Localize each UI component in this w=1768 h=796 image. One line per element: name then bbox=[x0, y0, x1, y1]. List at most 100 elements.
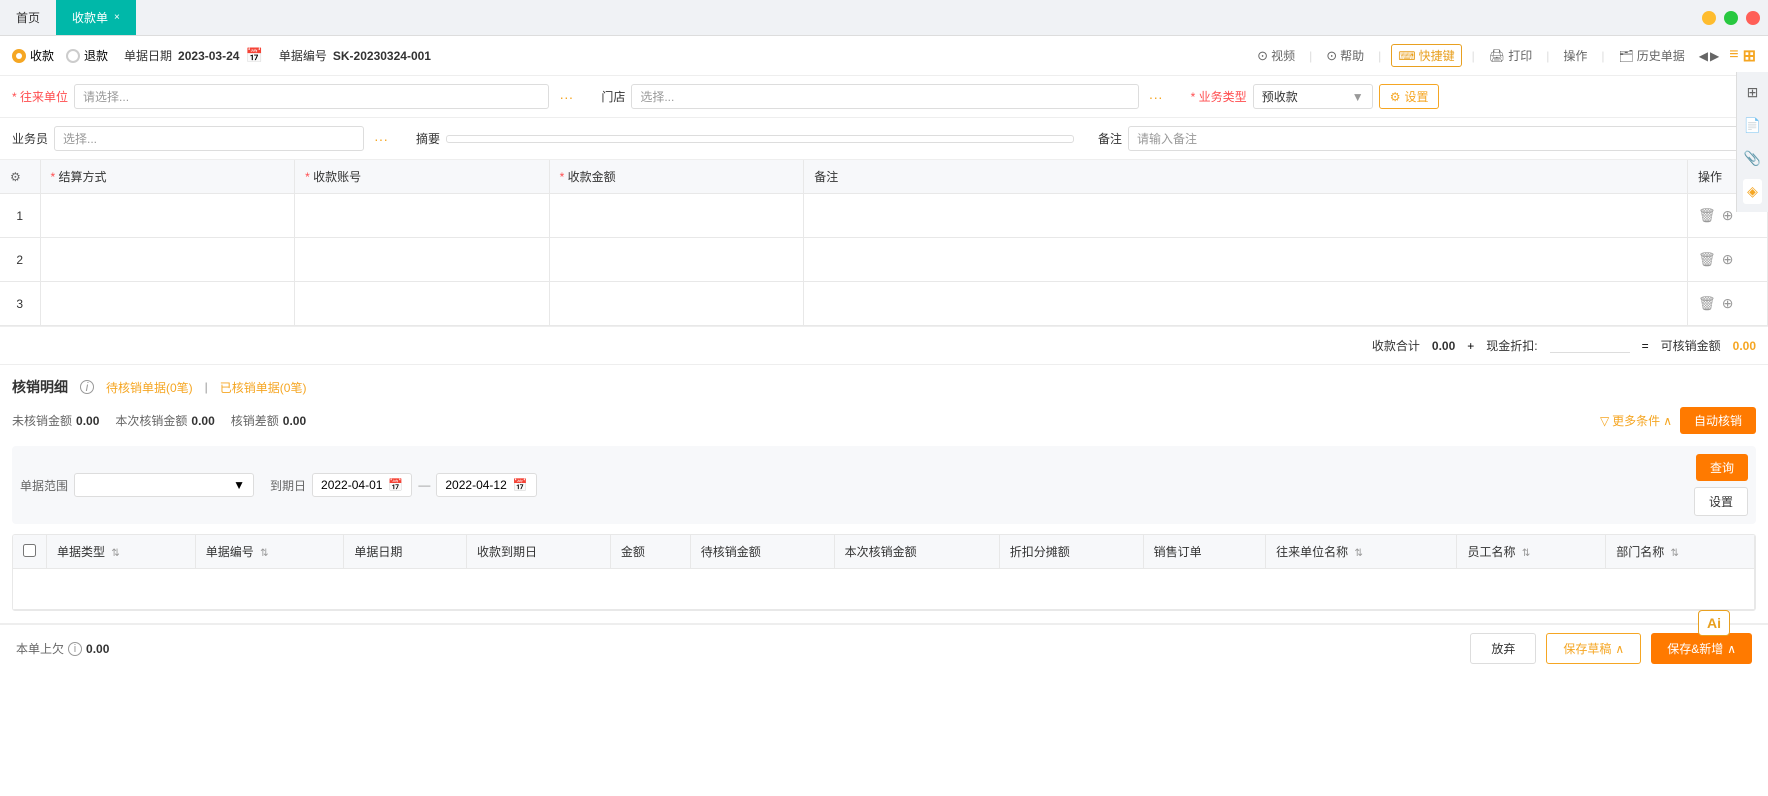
sep1: | bbox=[1309, 49, 1312, 63]
due-start-input[interactable]: 2022-04-01 📅 bbox=[312, 473, 412, 497]
date-value[interactable]: 2023-03-24 bbox=[178, 49, 239, 63]
sort-dept-icon[interactable]: ⇅ bbox=[1671, 548, 1679, 559]
row-2-copy-icon[interactable]: ⊕ bbox=[1722, 251, 1734, 268]
tab-close-icon[interactable]: × bbox=[114, 12, 120, 23]
query-button[interactable]: 查询 bbox=[1696, 454, 1748, 481]
counterparty-more-btn[interactable]: ··· bbox=[555, 89, 577, 105]
due-start-value: 2022-04-01 bbox=[321, 478, 382, 492]
done-tab[interactable]: 已核销单据(0笔) bbox=[220, 379, 307, 396]
discount-input[interactable] bbox=[1550, 338, 1630, 353]
row-2-account[interactable] bbox=[295, 238, 550, 282]
print-btn[interactable]: 🖨 打印 bbox=[1485, 45, 1537, 66]
tab-separator: | bbox=[205, 380, 208, 394]
row-1-notes[interactable] bbox=[804, 194, 1688, 238]
tab-receipt[interactable]: 收款单 × bbox=[56, 0, 136, 35]
layout-list-icon[interactable]: ≡ bbox=[1729, 46, 1738, 66]
th-gear[interactable]: ⚙ bbox=[0, 160, 40, 194]
save-draft-button[interactable]: 保存草稿 ∧ bbox=[1546, 633, 1641, 664]
row-3-settlement[interactable] bbox=[40, 282, 295, 326]
table-settings-icon[interactable]: ⚙ bbox=[10, 170, 21, 184]
store-input[interactable]: 选择... bbox=[631, 84, 1138, 109]
summary-input[interactable] bbox=[446, 135, 1074, 143]
row-2-settlement[interactable] bbox=[40, 238, 295, 282]
counterparty-input[interactable]: 请选择... bbox=[74, 84, 549, 109]
due-end-input[interactable]: 2022-04-12 📅 bbox=[436, 473, 536, 497]
due-date-label: 到期日 bbox=[270, 477, 306, 494]
history-btn[interactable]: 🗂 历史单据 bbox=[1615, 45, 1689, 66]
ai-badge[interactable]: Ai bbox=[1698, 610, 1730, 636]
select-all-checkbox[interactable] bbox=[23, 544, 36, 557]
filter-settings-button[interactable]: 设置 bbox=[1694, 487, 1748, 516]
refund-radio[interactable]: 退款 bbox=[66, 47, 108, 64]
staff-more-btn[interactable]: ··· bbox=[370, 131, 392, 147]
right-panel-table-icon[interactable]: ⊞ bbox=[1743, 80, 1763, 105]
th-staff: 员工名称 ⇅ bbox=[1457, 535, 1606, 569]
row-1-delete-icon[interactable]: 🗑 bbox=[1698, 207, 1716, 224]
th-doc-type: 单据类型 ⇅ bbox=[47, 535, 196, 569]
current-stat: 本次核销金额 0.00 bbox=[115, 412, 214, 429]
video-btn[interactable]: ⊙ 视频 bbox=[1253, 45, 1299, 66]
calendar-icon[interactable]: 📅 bbox=[245, 47, 262, 64]
row-2-notes[interactable] bbox=[804, 238, 1688, 282]
due-end-cal-icon: 📅 bbox=[513, 478, 528, 492]
right-panel-active-icon[interactable]: ◈ bbox=[1743, 179, 1762, 204]
tab-home[interactable]: 首页 bbox=[0, 0, 56, 35]
range-filter-select[interactable]: ▼ bbox=[74, 473, 254, 497]
row-1-amount[interactable] bbox=[549, 194, 804, 238]
row-1-account[interactable] bbox=[295, 194, 550, 238]
th-doc-amount: 金额 bbox=[610, 535, 690, 569]
store-more-btn[interactable]: ··· bbox=[1145, 89, 1167, 105]
sort-num-icon[interactable]: ⇅ bbox=[260, 548, 268, 559]
layout-grid-icon[interactable]: ⊞ bbox=[1743, 46, 1756, 66]
available-label: 可核销金额 bbox=[1661, 337, 1721, 354]
more-filter-btn[interactable]: ▽ 更多条件 ∧ bbox=[1600, 412, 1672, 429]
abandon-button[interactable]: 放弃 bbox=[1470, 633, 1536, 664]
equals-sign: = bbox=[1642, 339, 1649, 353]
save-draft-arrow-icon: ∧ bbox=[1615, 642, 1624, 656]
right-panel-clip-icon[interactable]: 📎 bbox=[1740, 146, 1765, 171]
staff-placeholder: 选择... bbox=[63, 130, 97, 147]
receipt-radio[interactable]: 收款 bbox=[12, 47, 54, 64]
th-due-date: 收款到期日 bbox=[466, 535, 610, 569]
save-new-button[interactable]: 保存&新增 ∧ bbox=[1651, 633, 1752, 664]
row-2-amount[interactable] bbox=[549, 238, 804, 282]
nav-prev-icon[interactable]: ◀ bbox=[1699, 49, 1708, 63]
row-3-copy-icon[interactable]: ⊕ bbox=[1722, 295, 1734, 312]
window-minimize-button[interactable] bbox=[1702, 11, 1716, 25]
shortcut-btn[interactable]: ⌨ 快捷键 bbox=[1391, 44, 1461, 67]
sort-counterparty-icon[interactable]: ⇅ bbox=[1355, 548, 1363, 559]
th-dept-label: 部门名称 bbox=[1616, 545, 1664, 559]
num-field: 单据编号 SK-20230324-001 bbox=[279, 47, 431, 64]
staff-input[interactable]: 选择... bbox=[54, 126, 364, 151]
sort-staff-icon[interactable]: ⇅ bbox=[1522, 548, 1530, 559]
th-sales-order-label: 销售订单 bbox=[1154, 545, 1202, 559]
hexiao-info-icon[interactable]: i bbox=[80, 380, 94, 394]
notes-input[interactable]: 请输入备注 bbox=[1128, 126, 1756, 151]
help-btn[interactable]: ⊙ 帮助 bbox=[1322, 45, 1368, 66]
row-2-delete-icon[interactable]: 🗑 bbox=[1698, 251, 1716, 268]
operation-btn[interactable]: 操作 bbox=[1559, 45, 1591, 66]
unchecked-stat: 未核销金额 0.00 bbox=[12, 412, 99, 429]
row-3-account[interactable] bbox=[295, 282, 550, 326]
row-1-copy-icon[interactable]: ⊕ bbox=[1722, 207, 1734, 224]
num-value[interactable]: SK-20230324-001 bbox=[333, 49, 431, 63]
row-3-amount[interactable] bbox=[549, 282, 804, 326]
window-maximize-button[interactable] bbox=[1724, 11, 1738, 25]
sort-type-icon[interactable]: ⇅ bbox=[111, 548, 119, 559]
window-close-button[interactable] bbox=[1746, 11, 1760, 25]
business-type-select[interactable]: 预收款 ▼ bbox=[1253, 84, 1373, 109]
auto-hexiao-button[interactable]: 自动核销 bbox=[1680, 407, 1756, 434]
hexiao-title: 核销明细 bbox=[12, 377, 68, 397]
hexiao-section: 核销明细 i 待核销单据(0笔) | 已核销单据(0笔) 未核销金额 0.00 … bbox=[0, 365, 1768, 623]
row-3-delete-icon[interactable]: 🗑 bbox=[1698, 295, 1716, 312]
settings-button[interactable]: ⚙ 设置 bbox=[1379, 84, 1440, 109]
history-label: 历史单据 bbox=[1637, 47, 1685, 64]
row-3-notes[interactable] bbox=[804, 282, 1688, 326]
summary-label: 摘要 bbox=[416, 130, 440, 147]
right-panel-doc-icon[interactable]: 📄 bbox=[1740, 113, 1765, 138]
th-amount-label: 收款金额 bbox=[568, 170, 616, 184]
th-settlement: * 结算方式 bbox=[40, 160, 295, 194]
nav-next-icon[interactable]: ▶ bbox=[1710, 49, 1719, 63]
pending-tab[interactable]: 待核销单据(0笔) bbox=[106, 379, 193, 396]
row-1-settlement[interactable] bbox=[40, 194, 295, 238]
